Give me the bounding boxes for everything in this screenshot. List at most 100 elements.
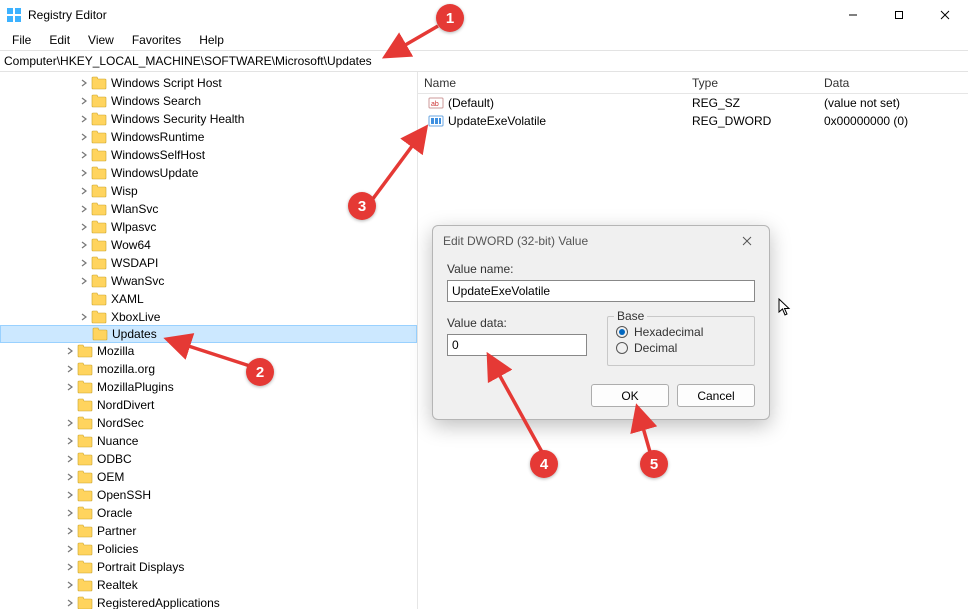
tree-item-windows-script-host[interactable]: Windows Script Host bbox=[0, 74, 417, 92]
dialog-title: Edit DWORD (32-bit) Value bbox=[443, 234, 588, 248]
tree-item-label: ODBC bbox=[97, 452, 132, 466]
tree-item-label: Windows Search bbox=[111, 94, 201, 108]
menu-file[interactable]: File bbox=[4, 31, 39, 49]
tree-item-label: Windows Script Host bbox=[111, 76, 222, 90]
address-input[interactable] bbox=[4, 54, 964, 68]
tree-item-label: WlanSvc bbox=[111, 202, 158, 216]
tree-item-mozilla[interactable]: Mozilla bbox=[0, 342, 417, 360]
value-data-input[interactable] bbox=[447, 334, 587, 356]
ok-button[interactable]: OK bbox=[591, 384, 669, 407]
chevron-right-icon bbox=[64, 525, 76, 537]
value-name-input[interactable] bbox=[447, 280, 755, 302]
tree-item-windowsupdate[interactable]: WindowsUpdate bbox=[0, 164, 417, 182]
chevron-right-icon bbox=[79, 328, 91, 340]
address-bar bbox=[0, 50, 968, 72]
chevron-right-icon bbox=[78, 167, 90, 179]
chevron-right-icon bbox=[78, 113, 90, 125]
menu-bar: File Edit View Favorites Help bbox=[0, 30, 968, 50]
mouse-cursor bbox=[778, 298, 794, 318]
tree-item-windowsruntime[interactable]: WindowsRuntime bbox=[0, 128, 417, 146]
tree-item-oracle[interactable]: Oracle bbox=[0, 504, 417, 522]
tree-item-policies[interactable]: Policies bbox=[0, 540, 417, 558]
list-row[interactable]: ab(Default)REG_SZ(value not set) bbox=[418, 94, 968, 112]
tree-item-wow64[interactable]: Wow64 bbox=[0, 236, 417, 254]
radio-hex-label: Hexadecimal bbox=[634, 325, 703, 339]
tree-view[interactable]: Windows Script Host Windows Search Windows… bbox=[0, 72, 417, 609]
tree-item-nuance[interactable]: Nuance bbox=[0, 432, 417, 450]
tree-item-label: Mozilla bbox=[97, 344, 134, 358]
tree-item-realtek[interactable]: Realtek bbox=[0, 576, 417, 594]
close-icon bbox=[742, 236, 752, 246]
tree-item-windowsselfhost[interactable]: WindowsSelfHost bbox=[0, 146, 417, 164]
minimize-button[interactable] bbox=[830, 0, 876, 30]
tree-item-updates[interactable]: Updates bbox=[0, 325, 417, 343]
chevron-right-icon bbox=[78, 131, 90, 143]
menu-help[interactable]: Help bbox=[191, 31, 232, 49]
menu-view[interactable]: View bbox=[80, 31, 122, 49]
tree-item-partner[interactable]: Partner bbox=[0, 522, 417, 540]
annotation-callout-5: 5 bbox=[640, 450, 668, 478]
tree-item-label: Updates bbox=[112, 327, 157, 341]
value-name: UpdateExeVolatile bbox=[448, 114, 546, 128]
col-type[interactable]: Type bbox=[686, 76, 818, 90]
chevron-right-icon bbox=[78, 95, 90, 107]
dialog-close-button[interactable] bbox=[735, 229, 759, 253]
tree-item-registeredapplications[interactable]: RegisteredApplications bbox=[0, 594, 417, 609]
tree-item-norddivert[interactable]: NordDivert bbox=[0, 396, 417, 414]
cancel-button[interactable]: Cancel bbox=[677, 384, 755, 407]
chevron-right-icon bbox=[78, 275, 90, 287]
tree-item-xboxlive[interactable]: XboxLive bbox=[0, 308, 417, 326]
tree-item-label: mozilla.org bbox=[97, 362, 155, 376]
tree-item-label: WwanSvc bbox=[111, 274, 164, 288]
tree-item-label: MozillaPlugins bbox=[97, 380, 174, 394]
tree-item-label: OpenSSH bbox=[97, 488, 151, 502]
tree-item-wlpasvc[interactable]: Wlpasvc bbox=[0, 218, 417, 236]
tree-item-label: WindowsSelfHost bbox=[111, 148, 205, 162]
maximize-button[interactable] bbox=[876, 0, 922, 30]
chevron-right-icon bbox=[64, 381, 76, 393]
tree-item-label: Policies bbox=[97, 542, 138, 556]
chevron-right-icon bbox=[64, 543, 76, 555]
value-type: REG_DWORD bbox=[692, 114, 771, 128]
tree-item-label: WindowsUpdate bbox=[111, 166, 198, 180]
list-body[interactable]: ab(Default)REG_SZ(value not set)UpdateEx… bbox=[418, 94, 968, 130]
tree-item-label: XboxLive bbox=[111, 310, 160, 324]
radio-dec-label: Decimal bbox=[634, 341, 677, 355]
tree-item-odbc[interactable]: ODBC bbox=[0, 450, 417, 468]
tree-item-label: Realtek bbox=[97, 578, 138, 592]
col-name[interactable]: Name bbox=[418, 76, 686, 90]
menu-favorites[interactable]: Favorites bbox=[124, 31, 189, 49]
value-name-label: Value name: bbox=[447, 262, 755, 276]
tree-item-mozillaplugins[interactable]: MozillaPlugins bbox=[0, 378, 417, 396]
close-button[interactable] bbox=[922, 0, 968, 30]
radio-decimal[interactable]: Decimal bbox=[616, 341, 746, 355]
tree-item-wsdapi[interactable]: WSDAPI bbox=[0, 254, 417, 272]
dialog-titlebar: Edit DWORD (32-bit) Value bbox=[433, 226, 769, 256]
chevron-right-icon bbox=[64, 597, 76, 609]
tree-item-wwansvc[interactable]: WwanSvc bbox=[0, 272, 417, 290]
radio-off-icon bbox=[616, 342, 628, 354]
tree-item-windows-security-health[interactable]: Windows Security Health bbox=[0, 110, 417, 128]
tree-item-oem[interactable]: OEM bbox=[0, 468, 417, 486]
tree-item-portrait-displays[interactable]: Portrait Displays bbox=[0, 558, 417, 576]
tree-item-xaml[interactable]: XAML bbox=[0, 290, 417, 308]
chevron-right-icon bbox=[64, 471, 76, 483]
list-row[interactable]: UpdateExeVolatile REG_DWORD 0x00000000 (0) bbox=[418, 112, 968, 130]
tree-item-windows-search[interactable]: Windows Search bbox=[0, 92, 417, 110]
col-data[interactable]: Data bbox=[818, 76, 968, 90]
chevron-right-icon bbox=[78, 293, 90, 305]
tree-item-openssh[interactable]: OpenSSH bbox=[0, 486, 417, 504]
tree-item-nordsec[interactable]: NordSec bbox=[0, 414, 417, 432]
tree-item-label: OEM bbox=[97, 470, 124, 484]
window-title: Registry Editor bbox=[28, 8, 830, 22]
chevron-right-icon bbox=[64, 345, 76, 357]
base-label: Base bbox=[614, 309, 647, 323]
chevron-right-icon bbox=[64, 579, 76, 591]
chevron-right-icon bbox=[64, 435, 76, 447]
tree-item-label: Windows Security Health bbox=[111, 112, 244, 126]
menu-edit[interactable]: Edit bbox=[41, 31, 78, 49]
tree-item-label: WSDAPI bbox=[111, 256, 158, 270]
tree-item-mozilla-org[interactable]: mozilla.org bbox=[0, 360, 417, 378]
value-data: 0x00000000 (0) bbox=[824, 114, 908, 128]
radio-hexadecimal[interactable]: Hexadecimal bbox=[616, 325, 746, 339]
